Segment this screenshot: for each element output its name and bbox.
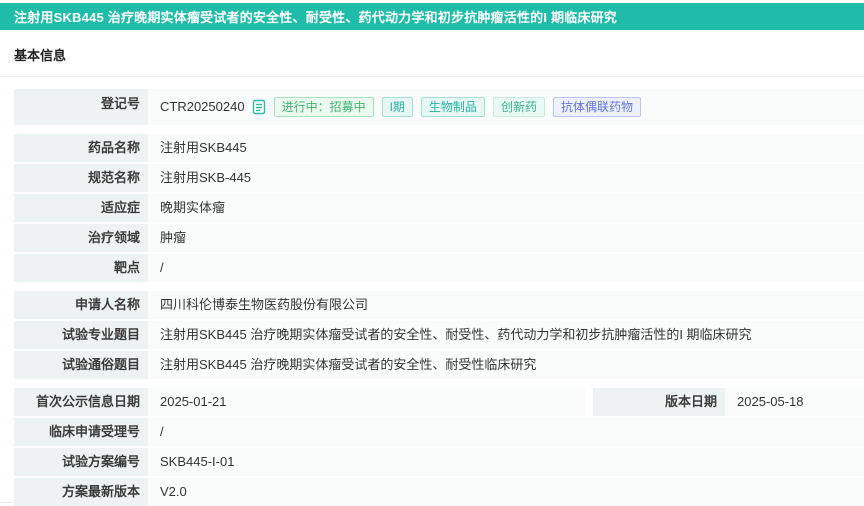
- group-dates-protocol: 首次公示信息日期 2025-01-21 版本日期 2025-05-18 临床申请…: [14, 388, 864, 506]
- row-label: 药品名称: [14, 134, 148, 162]
- row-value: V2.0: [148, 478, 864, 506]
- row-value: 注射用SKB445: [148, 134, 864, 162]
- group-registration: 登记号 CTR20250240 进行中：招募中 I期 生物制品 创: [14, 89, 864, 125]
- row-value-area: CTR20250240 进行中：招募中 I期 生物制品 创新药 抗体偶联药物: [148, 89, 864, 125]
- innovation-badge: 创新药: [493, 97, 545, 117]
- row-label-version-date: 版本日期: [593, 388, 725, 416]
- row-value: 2025-01-21: [148, 388, 585, 416]
- row-value: 四川科伦博泰生物医药股份有限公司: [148, 291, 864, 319]
- trial-title-bar: 注射用SKB445 治疗晚期实体瘤受试者的安全性、耐受性、药代动力学和初步抗肿瘤…: [0, 3, 864, 30]
- row-value: SKB445-I-01: [148, 448, 864, 476]
- row-label: 靶点: [14, 254, 148, 282]
- table-row-drug-name: 药品名称 注射用SKB445: [14, 134, 864, 162]
- trial-title: 注射用SKB445 治疗晚期实体瘤受试者的安全性、耐受性、药代动力学和初步抗肿瘤…: [14, 7, 617, 26]
- row-label: 申请人名称: [14, 291, 148, 319]
- row-value: /: [148, 418, 864, 446]
- group-applicant: 申请人名称 四川科伦博泰生物医药股份有限公司 试验专业题目 注射用SKB445 …: [14, 291, 864, 379]
- row-label: 首次公示信息日期: [14, 388, 148, 416]
- row-label: 登记号: [14, 89, 148, 125]
- row-value-version-date: 2025-05-18: [725, 388, 864, 416]
- document-icon[interactable]: [252, 99, 266, 115]
- section-header: 基本信息: [0, 30, 864, 77]
- row-value: 晚期实体瘤: [148, 194, 864, 222]
- row-label: 试验方案编号: [14, 448, 148, 476]
- table-row-protocol-version: 方案最新版本 V2.0: [14, 478, 864, 506]
- row-label: 方案最新版本: [14, 478, 148, 506]
- table-row-acceptance-no: 临床申请受理号 /: [14, 418, 864, 446]
- section-title: 基本信息: [14, 48, 66, 63]
- phase-badge: I期: [382, 97, 413, 117]
- row-value: 注射用SKB445 治疗晚期实体瘤受试者的安全性、耐受性临床研究: [148, 351, 864, 379]
- table-row-first-publish-date: 首次公示信息日期 2025-01-21 版本日期 2025-05-18: [14, 388, 864, 416]
- adc-badge: 抗体偶联药物: [553, 97, 641, 117]
- product-type-badge: 生物制品: [421, 97, 485, 117]
- table-row-therapy-area: 治疗领域 肿瘤: [14, 224, 864, 252]
- row-label: 试验专业题目: [14, 321, 148, 349]
- row-value: 肿瘤: [148, 224, 864, 252]
- registry-number: CTR20250240: [160, 100, 245, 114]
- table-row-target: 靶点 /: [14, 254, 864, 282]
- row-value: 注射用SKB445 治疗晚期实体瘤受试者的安全性、耐受性、药代动力学和初步抗肿瘤…: [148, 321, 864, 349]
- row-value: /: [148, 254, 864, 282]
- table-row-registry: 登记号 CTR20250240 进行中：招募中 I期 生物制品 创: [14, 89, 864, 125]
- row-label: 试验通俗题目: [14, 351, 148, 379]
- row-label: 治疗领域: [14, 224, 148, 252]
- group-drug-info: 药品名称 注射用SKB445 规范名称 注射用SKB-445 适应症 晚期实体瘤…: [14, 134, 864, 282]
- table-row-public-title: 试验通俗题目 注射用SKB445 治疗晚期实体瘤受试者的安全性、耐受性临床研究: [14, 351, 864, 379]
- table-row-applicant: 申请人名称 四川科伦博泰生物医药股份有限公司: [14, 291, 864, 319]
- status-badge: 进行中：招募中: [274, 97, 374, 117]
- row-label: 规范名称: [14, 164, 148, 192]
- row-label: 临床申请受理号: [14, 418, 148, 446]
- row-value: 注射用SKB-445: [148, 164, 864, 192]
- table-row-protocol-no: 试验方案编号 SKB445-I-01: [14, 448, 864, 476]
- trial-detail-page: 注射用SKB445 治疗晚期实体瘤受试者的安全性、耐受性、药代动力学和初步抗肿瘤…: [0, 3, 864, 503]
- table-row-scientific-title: 试验专业题目 注射用SKB445 治疗晚期实体瘤受试者的安全性、耐受性、药代动力…: [14, 321, 864, 349]
- table-row-standard-name: 规范名称 注射用SKB-445: [14, 164, 864, 192]
- basic-info-table: 登记号 CTR20250240 进行中：招募中 I期 生物制品 创: [0, 77, 864, 506]
- table-row-indication: 适应症 晚期实体瘤: [14, 194, 864, 222]
- split-gap: [585, 388, 593, 416]
- row-label: 适应症: [14, 194, 148, 222]
